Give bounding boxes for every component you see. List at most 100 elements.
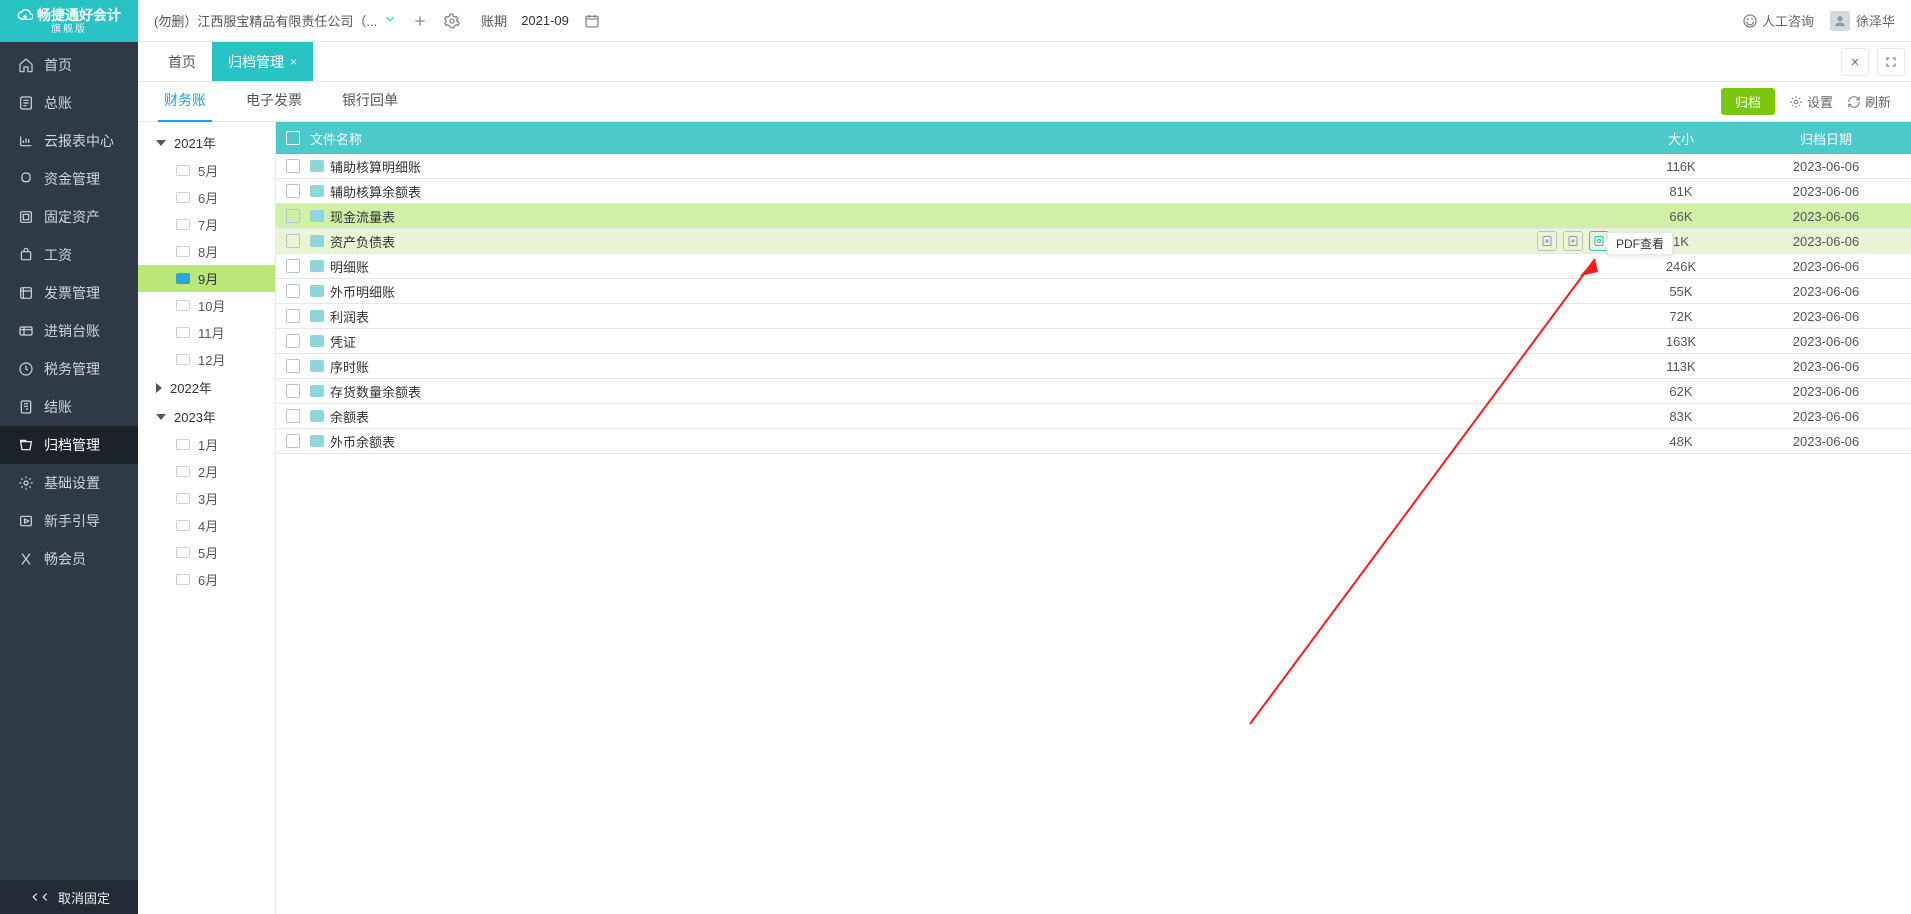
sidebar-item-0[interactable]: 首页: [0, 46, 138, 84]
row-checkbox[interactable]: [286, 209, 300, 223]
row-checkbox[interactable]: [286, 359, 300, 373]
row-checkbox[interactable]: [286, 159, 300, 173]
select-all-checkbox[interactable]: [286, 131, 300, 145]
consult-link[interactable]: 人工咨询: [1742, 11, 1814, 30]
tab-0[interactable]: 首页: [152, 42, 212, 81]
sidebar-item-1[interactable]: 总账: [0, 84, 138, 122]
sidebar-item-6[interactable]: 发票管理: [0, 274, 138, 312]
table-row[interactable]: 外币明细账55K2023-06-06: [276, 279, 1911, 304]
subtab-2[interactable]: 银行回单: [336, 90, 404, 121]
row-checkbox[interactable]: [286, 234, 300, 248]
tooltip: PDF查看: [1607, 232, 1673, 255]
archive-date: 2023-06-06: [1741, 209, 1911, 224]
tab-close-icon[interactable]: ×: [290, 55, 297, 69]
settings-link[interactable]: 设置: [1789, 92, 1833, 111]
tree-month[interactable]: 10月: [138, 292, 275, 319]
folder-icon: [176, 327, 190, 338]
subtab-1[interactable]: 电子发票: [240, 90, 308, 121]
tree-month[interactable]: 11月: [138, 319, 275, 346]
folder-icon: [176, 192, 190, 203]
table-row[interactable]: 明细账246K2023-06-06: [276, 254, 1911, 279]
row-checkbox[interactable]: [286, 259, 300, 273]
sidebar-item-11[interactable]: 基础设置: [0, 464, 138, 502]
row-checkbox[interactable]: [286, 384, 300, 398]
col-name[interactable]: 文件名称: [310, 129, 1621, 148]
period-value[interactable]: 2021-09: [521, 13, 569, 28]
tree-month[interactable]: 4月: [138, 512, 275, 539]
sidebar-item-7[interactable]: 进销台账: [0, 312, 138, 350]
table-row[interactable]: 资产负债表1K2023-06-06PDF查看: [276, 229, 1911, 254]
archive-button[interactable]: 归档: [1721, 88, 1775, 115]
tree-year[interactable]: 2022年: [138, 373, 275, 402]
close-icon[interactable]: [1841, 48, 1869, 76]
file-size: 113K: [1621, 359, 1741, 374]
table-row[interactable]: 凭证163K2023-06-06: [276, 329, 1911, 354]
nav-icon: [18, 133, 34, 149]
user-menu[interactable]: 徐泽华: [1830, 11, 1895, 31]
year-month-tree[interactable]: 2021年5月6月7月8月9月10月11月12月2022年2023年1月2月3月…: [138, 122, 276, 914]
sidebar-item-12[interactable]: 新手引导: [0, 502, 138, 540]
sidebar-item-5[interactable]: 工资: [0, 236, 138, 274]
download-pdf-icon[interactable]: [1563, 231, 1583, 251]
table-row[interactable]: 现金流量表66K2023-06-06: [276, 204, 1911, 229]
folder-icon: [310, 385, 324, 397]
sidebar-item-2[interactable]: 云报表中心: [0, 122, 138, 160]
sidebar-footer[interactable]: 取消固定: [0, 880, 138, 914]
calendar-icon[interactable]: [583, 12, 601, 30]
row-checkbox[interactable]: [286, 409, 300, 423]
table-header: 文件名称 大小 归档日期: [276, 122, 1911, 154]
sidebar-item-13[interactable]: 畅会员: [0, 540, 138, 578]
gear-icon[interactable]: [443, 12, 461, 30]
topbar: (勿删）江西服宝精品有限责任公司（... 账期 2021-09 人工咨询: [138, 0, 1911, 42]
refresh-link[interactable]: 刷新: [1847, 92, 1891, 111]
table-row[interactable]: 存货数量余额表62K2023-06-06: [276, 379, 1911, 404]
row-checkbox[interactable]: [286, 284, 300, 298]
add-icon[interactable]: [411, 12, 429, 30]
sidebar-item-8[interactable]: 税务管理: [0, 350, 138, 388]
row-checkbox[interactable]: [286, 309, 300, 323]
tree-month[interactable]: 5月: [138, 157, 275, 184]
row-checkbox[interactable]: [286, 184, 300, 198]
sidebar-item-10[interactable]: 归档管理: [0, 426, 138, 464]
file-name: 凭证: [330, 332, 356, 351]
table-row[interactable]: 辅助核算明细账116K2023-06-06: [276, 154, 1911, 179]
nav-icon: [18, 437, 34, 453]
sidebar-item-3[interactable]: 资金管理: [0, 160, 138, 198]
table-row[interactable]: 序时账113K2023-06-06: [276, 354, 1911, 379]
tree-month[interactable]: 3月: [138, 485, 275, 512]
fullscreen-icon[interactable]: [1877, 48, 1905, 76]
sidebar-item-9[interactable]: 结账: [0, 388, 138, 426]
tree-month[interactable]: 6月: [138, 566, 275, 593]
file-size: 116K: [1621, 159, 1741, 174]
table-row[interactable]: 外币余额表48K2023-06-06: [276, 429, 1911, 454]
col-size[interactable]: 大小: [1621, 129, 1741, 148]
col-date[interactable]: 归档日期: [1741, 129, 1911, 148]
tree-month[interactable]: 8月: [138, 238, 275, 265]
file-size: 66K: [1621, 209, 1741, 224]
brand-name: 畅捷通好会计: [37, 8, 121, 23]
tree-month[interactable]: 5月: [138, 539, 275, 566]
row-checkbox[interactable]: [286, 334, 300, 348]
tree-month[interactable]: 9月: [138, 265, 275, 292]
avatar-icon: [1830, 11, 1850, 31]
table-row[interactable]: 利润表72K2023-06-06: [276, 304, 1911, 329]
subtab-0[interactable]: 财务账: [158, 90, 212, 122]
tree-year[interactable]: 2021年: [138, 128, 275, 157]
tree-month[interactable]: 2月: [138, 458, 275, 485]
tree-month[interactable]: 6月: [138, 184, 275, 211]
folder-icon: [176, 547, 190, 558]
tree-month[interactable]: 12月: [138, 346, 275, 373]
tab-1[interactable]: 归档管理×: [212, 42, 313, 81]
archive-date: 2023-06-06: [1741, 359, 1911, 374]
file-name: 存货数量余额表: [330, 382, 421, 401]
company-selector[interactable]: (勿删）江西服宝精品有限责任公司（...: [154, 11, 397, 30]
table-row[interactable]: 余额表83K2023-06-06: [276, 404, 1911, 429]
tree-month[interactable]: 1月: [138, 431, 275, 458]
archive-date: 2023-06-06: [1741, 184, 1911, 199]
tree-month[interactable]: 7月: [138, 211, 275, 238]
table-row[interactable]: 辅助核算余额表81K2023-06-06: [276, 179, 1911, 204]
tree-year[interactable]: 2023年: [138, 402, 275, 431]
download-excel-icon[interactable]: [1537, 231, 1557, 251]
sidebar-item-4[interactable]: 固定资产: [0, 198, 138, 236]
row-checkbox[interactable]: [286, 434, 300, 448]
